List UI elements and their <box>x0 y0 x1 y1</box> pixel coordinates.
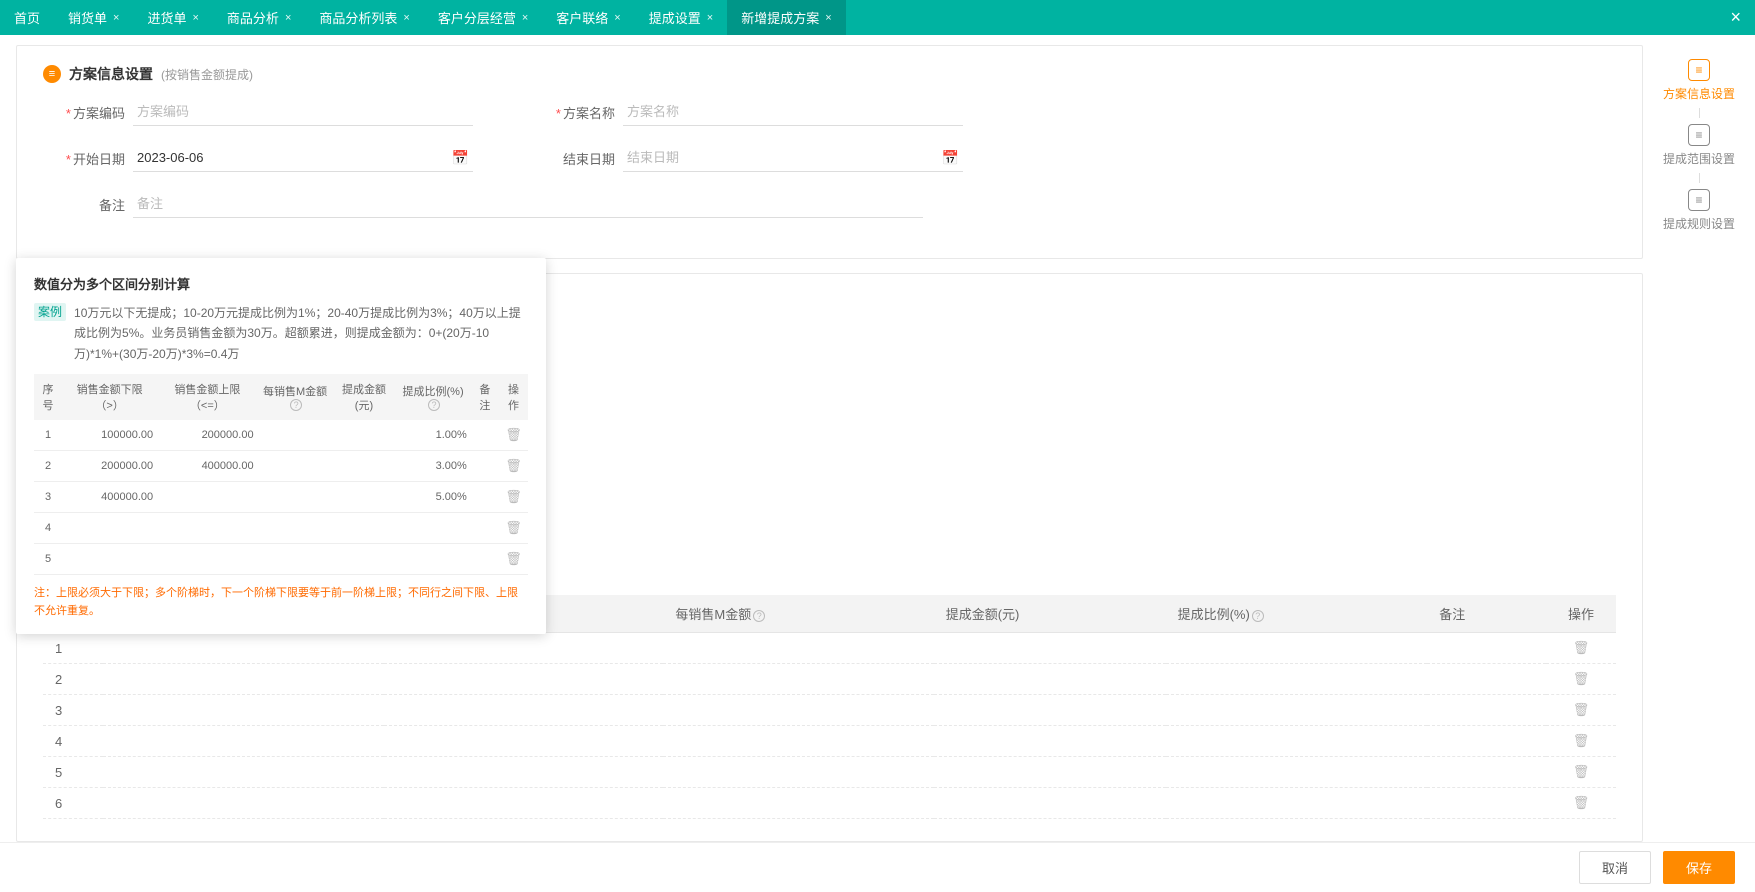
info-icon[interactable]: ? <box>753 610 765 622</box>
info-icon[interactable]: ? <box>1252 610 1264 622</box>
table-row[interactable]: 6🗑 <box>43 788 1616 819</box>
col-perM: 每销售M金额? <box>663 595 933 633</box>
tooltip-note: 注：上限必须大于下限；多个阶梯时，下一个阶梯下限要等于前一阶梯上限；不同行之间下… <box>34 585 528 620</box>
delete-icon[interactable]: 🗑 <box>505 489 522 504</box>
tab-customer-segment[interactable]: 客户分层经营× <box>424 0 542 35</box>
close-icon[interactable]: × <box>614 12 620 24</box>
tab-home[interactable]: 首页 <box>0 0 54 35</box>
tabbar-close-button[interactable]: × <box>1724 0 1747 35</box>
close-icon[interactable]: × <box>113 12 119 24</box>
remark-label: 备注 <box>43 195 133 214</box>
close-icon[interactable]: × <box>285 12 291 24</box>
tab-customer-contact[interactable]: 客户联络× <box>542 0 634 35</box>
end-date-input[interactable] <box>623 144 963 172</box>
table-row[interactable]: 4🗑 <box>43 726 1616 757</box>
save-button[interactable]: 保存 <box>1663 851 1735 884</box>
start-date-input[interactable] <box>133 144 473 172</box>
delete-icon[interactable]: 🗑 <box>1573 640 1590 655</box>
calc-rule-tooltip: 数值分为多个区间分别计算 案例 10万元以下无提成；10-20万元提成比例为1%… <box>16 258 546 634</box>
list-icon: ≡ <box>1688 124 1710 146</box>
delete-icon[interactable]: 🗑 <box>1573 671 1590 686</box>
table-row[interactable]: 5🗑 <box>43 757 1616 788</box>
delete-icon[interactable]: 🗑 <box>1573 764 1590 779</box>
info-icon: ? <box>290 399 302 411</box>
tab-commission-settings[interactable]: 提成设置× <box>635 0 727 35</box>
tab-new-commission-plan[interactable]: 新增提成方案× <box>727 0 845 35</box>
anchor-nav: ≡ 方案信息设置 ≡ 提成范围设置 ≡ 提成规则设置 <box>1659 45 1739 856</box>
end-date-label: 结束日期 <box>533 149 623 168</box>
list-icon: ≡ <box>1688 59 1710 81</box>
plan-info-panel: ≡ 方案信息设置 (按销售金额提成) *方案编码 *方案名称 *开始日期 <box>16 45 1643 259</box>
close-icon[interactable]: × <box>192 12 198 24</box>
calendar-icon[interactable]: 📅 <box>452 150 469 167</box>
panel-title: 方案信息设置 <box>69 64 153 84</box>
table-row[interactable]: 1🗑 <box>43 633 1616 664</box>
delete-icon[interactable]: 🗑 <box>505 551 522 566</box>
start-date-label: *开始日期 <box>43 149 133 168</box>
table-row[interactable]: 2🗑 <box>43 664 1616 695</box>
plan-code-input[interactable] <box>133 98 473 126</box>
table-row: 1100000.00200000.001.00%🗑 <box>34 420 528 451</box>
delete-icon[interactable]: 🗑 <box>505 520 522 535</box>
plan-name-label: *方案名称 <box>533 103 623 122</box>
tooltip-title: 数值分为多个区间分别计算 <box>34 274 528 293</box>
delete-icon[interactable]: 🗑 <box>1573 795 1590 810</box>
col-ratio: 提成比例(%)? <box>1166 595 1428 633</box>
col-amount: 提成金额(元) <box>934 595 1166 633</box>
nav-plan-info[interactable]: ≡ 方案信息设置 <box>1663 59 1735 102</box>
tab-purchase-order[interactable]: 进货单× <box>133 0 212 35</box>
plan-name-input[interactable] <box>623 98 963 126</box>
table-row: 3400000.005.00%🗑 <box>34 482 528 513</box>
panel-badge-icon: ≡ <box>43 65 61 83</box>
table-row: 2200000.00400000.003.00%🗑 <box>34 451 528 482</box>
example-table: 序号 销售金额下限（>） 销售金额上限（<=） 每销售M金额? 提成金额(元) … <box>34 374 528 575</box>
example-text: 10万元以下无提成；10-20万元提成比例为1%；20-40万提成比例为3%；4… <box>74 303 528 364</box>
info-icon: ? <box>428 399 440 411</box>
table-row: 4🗑 <box>34 513 528 544</box>
plan-code-label: *方案编码 <box>43 103 133 122</box>
remark-input[interactable] <box>133 190 923 218</box>
delete-icon[interactable]: 🗑 <box>505 458 522 473</box>
delete-icon[interactable]: 🗑 <box>505 427 522 442</box>
tab-product-analysis-list[interactable]: 商品分析列表× <box>305 0 423 35</box>
table-row[interactable]: 3🗑 <box>43 695 1616 726</box>
close-icon[interactable]: × <box>522 12 528 24</box>
col-op: 操作 <box>1546 595 1616 633</box>
delete-icon[interactable]: 🗑 <box>1573 702 1590 717</box>
close-icon[interactable]: × <box>825 12 831 24</box>
delete-icon[interactable]: 🗑 <box>1573 733 1590 748</box>
nav-rule-settings[interactable]: ≡ 提成规则设置 <box>1663 189 1735 232</box>
calendar-icon[interactable]: 📅 <box>942 150 959 167</box>
close-icon[interactable]: × <box>403 12 409 24</box>
close-icon[interactable]: × <box>707 12 713 24</box>
cancel-button[interactable]: 取消 <box>1579 851 1651 884</box>
list-icon: ≡ <box>1688 189 1710 211</box>
table-row: 5🗑 <box>34 544 528 575</box>
tab-sales-order[interactable]: 销货单× <box>54 0 133 35</box>
example-tag: 案例 <box>34 303 66 321</box>
nav-range-settings[interactable]: ≡ 提成范围设置 <box>1663 124 1735 167</box>
panel-subtitle: (按销售金额提成) <box>161 66 253 83</box>
tab-bar: 首页 销货单× 进货单× 商品分析× 商品分析列表× 客户分层经营× 客户联络×… <box>0 0 1755 35</box>
col-remark: 备注 <box>1427 595 1546 633</box>
tab-product-analysis[interactable]: 商品分析× <box>213 0 305 35</box>
footer-actions: 取消 保存 <box>0 842 1755 892</box>
